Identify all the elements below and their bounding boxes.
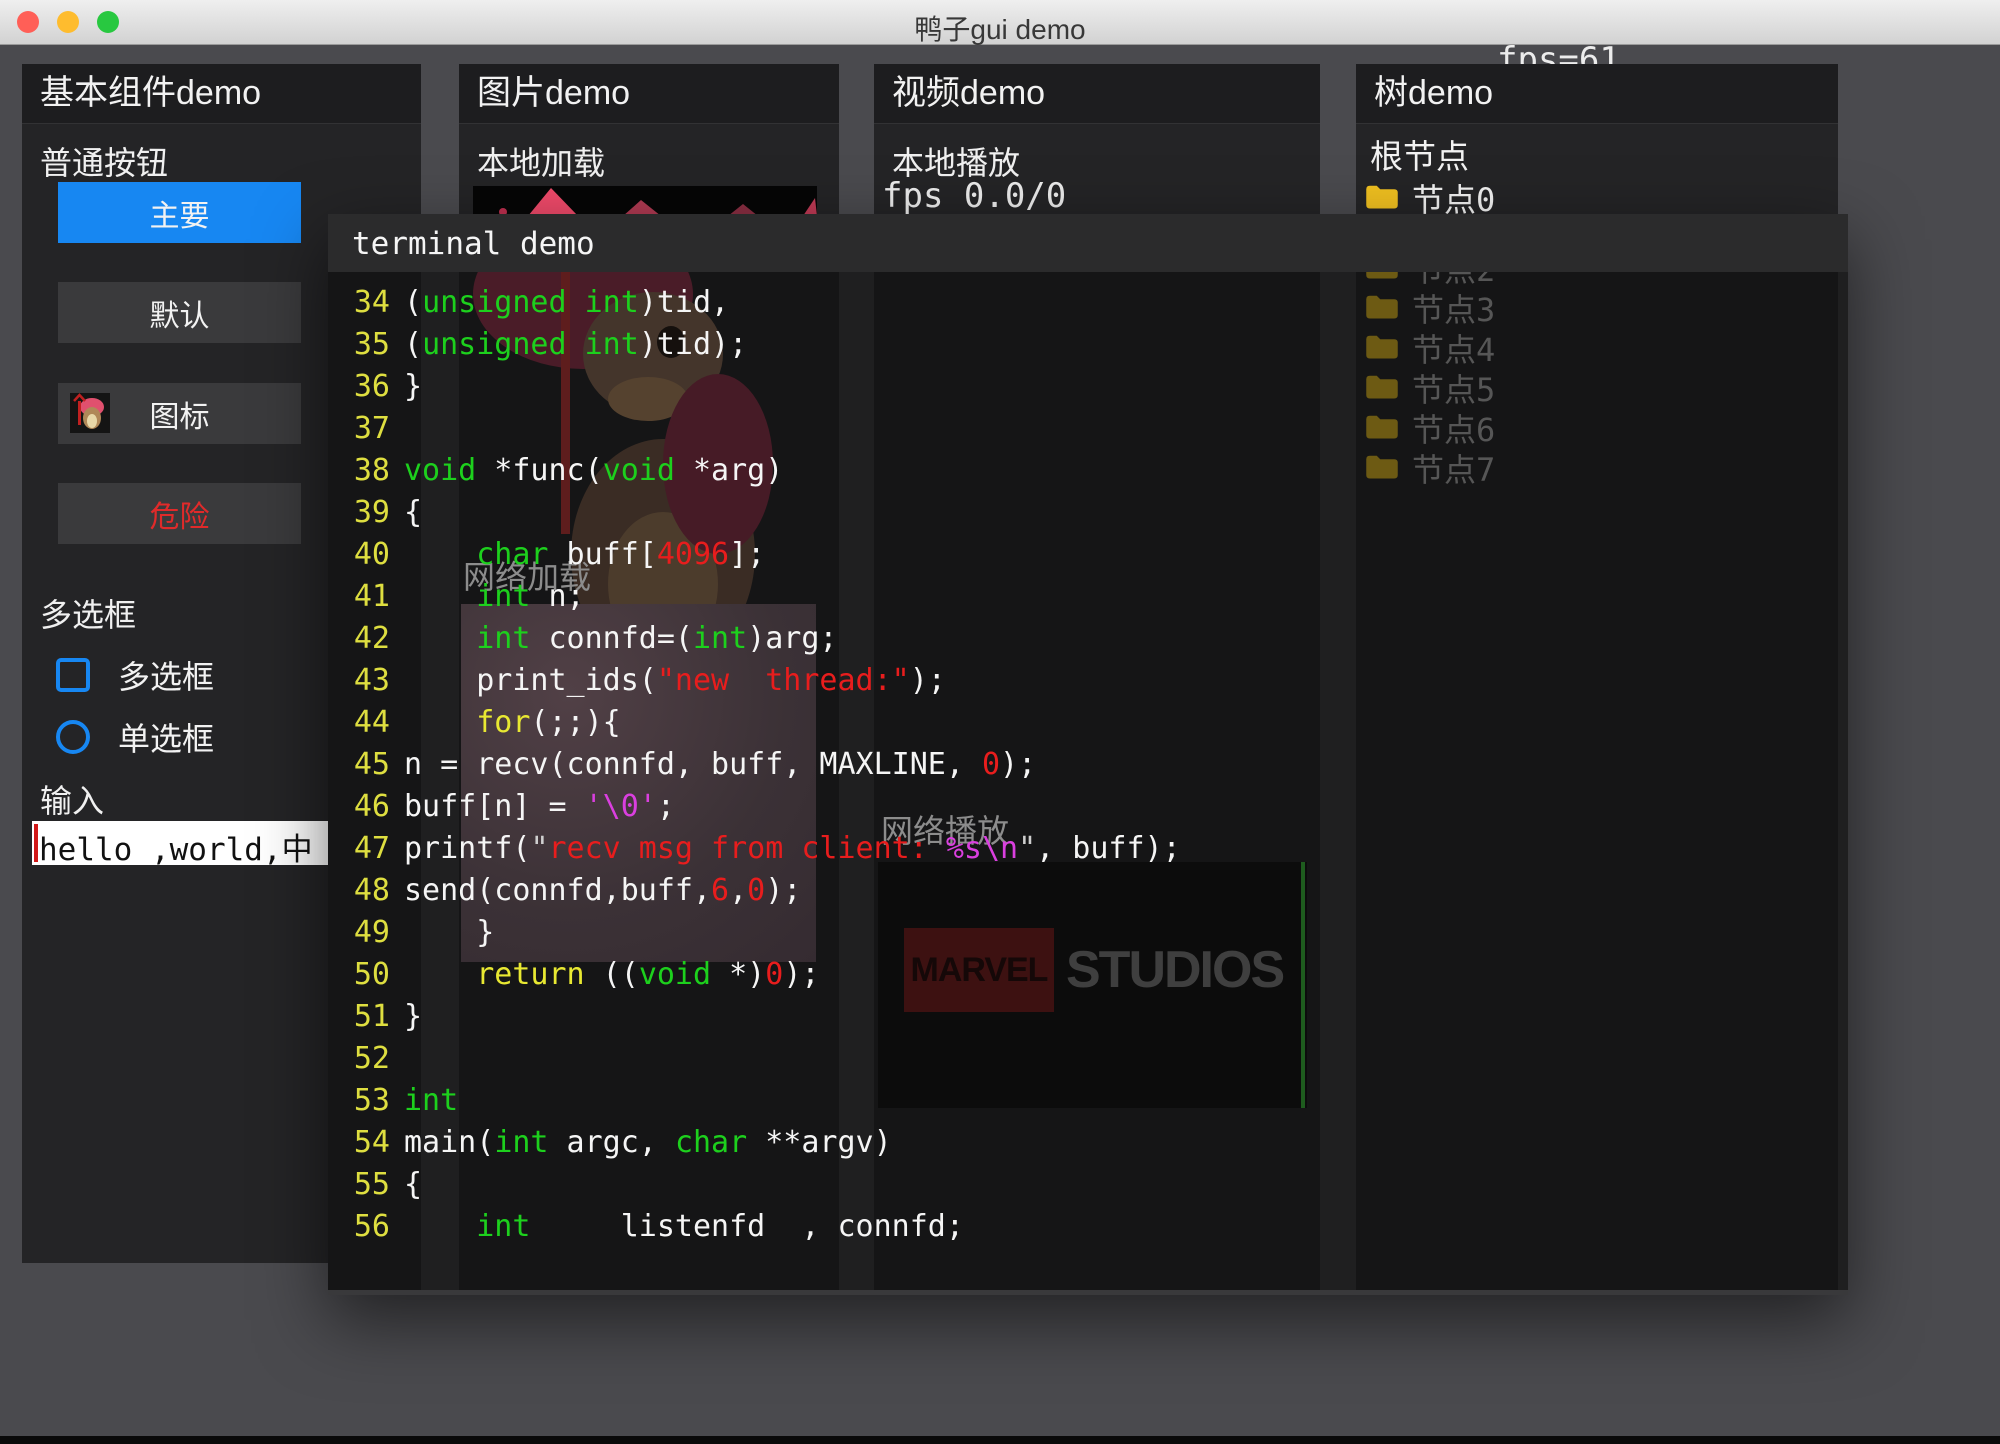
terminal-window[interactable]: 网络加载 网络播放 MARVEL STUDIOS 节点1节点2节点3节点4节点5… [328, 214, 1848, 1295]
section-input-label: 输入 [22, 762, 104, 822]
text-cursor [34, 824, 38, 862]
terminal-bottom-bar [328, 1290, 1848, 1295]
code-line: 44 for(;;){ [328, 702, 1848, 744]
default-button-label: 默认 [150, 291, 210, 335]
terminal-titlebar[interactable]: terminal demo [328, 214, 1848, 272]
line-number: 53 [352, 1080, 390, 1122]
tree-node[interactable]: 节点0 [1356, 178, 1838, 218]
video-fps-text: fps 0.0/0 [882, 176, 1066, 216]
window-bottom-edge [0, 1436, 2000, 1444]
code-line: 52 [328, 1038, 1848, 1080]
code-line: 51} [328, 996, 1848, 1038]
panel-image-title: 图片demo [459, 64, 839, 124]
code-line: 56 int listenfd , connfd; [328, 1206, 1848, 1248]
code-line: 36} [328, 366, 1848, 408]
code-line: 40 char buff[4096]; [328, 534, 1848, 576]
checkbox[interactable] [56, 658, 90, 692]
line-number: 42 [352, 618, 390, 660]
line-number: 44 [352, 702, 390, 744]
checkbox-label: 多选框 [118, 652, 214, 698]
window-titlebar: 鸭子gui demo [0, 0, 2000, 45]
icon-button-label: 图标 [150, 392, 210, 436]
code-line: 34(unsigned int)tid, [328, 282, 1848, 324]
primary-button-label: 主要 [150, 191, 210, 235]
line-number: 48 [352, 870, 390, 912]
code-line: 35(unsigned int)tid); [328, 324, 1848, 366]
window-title: 鸭子gui demo [0, 8, 2000, 48]
tree-root-node[interactable]: 根节点 [1356, 124, 1838, 178]
duck-thumbnail-icon [70, 393, 110, 433]
checkbox-row: 多选框 [56, 652, 214, 698]
line-number: 47 [352, 828, 390, 870]
line-number: 43 [352, 660, 390, 702]
text-input[interactable]: hello ,world,中 [32, 821, 348, 865]
terminal-title: terminal demo [352, 226, 595, 262]
line-number: 46 [352, 786, 390, 828]
code-line: 42 int connfd=(int)arg; [328, 618, 1848, 660]
panel-video-title: 视频demo [874, 64, 1320, 124]
line-number: 37 [352, 408, 390, 450]
line-number: 45 [352, 744, 390, 786]
local-load-label: 本地加载 [459, 124, 839, 184]
app-window: fps=61 鸭子gui demo 基本组件demo 普通按钮 主要 默认 图标 [0, 0, 2000, 1444]
folder-icon [1364, 184, 1400, 212]
code-line: 48send(connfd,buff,6,0); [328, 870, 1848, 912]
line-number: 41 [352, 576, 390, 618]
default-button[interactable]: 默认 [58, 282, 301, 343]
line-number: 49 [352, 912, 390, 954]
icon-button[interactable]: 图标 [58, 383, 301, 444]
panel-tree-title: 树demo [1356, 64, 1838, 124]
primary-button[interactable]: 主要 [58, 182, 301, 243]
radio-row: 单选框 [56, 714, 214, 760]
line-number: 38 [352, 450, 390, 492]
code-line: 47printf("recv msg from client: %s\n", b… [328, 828, 1848, 870]
line-number: 52 [352, 1038, 390, 1080]
radio-button[interactable] [56, 720, 90, 754]
code-line: 53int [328, 1080, 1848, 1122]
code-line: 54main(int argc, char **argv) [328, 1122, 1848, 1164]
panel-basic-title: 基本组件demo [22, 64, 421, 124]
danger-button[interactable]: 危险 [58, 483, 301, 544]
code-line: 49 } [328, 912, 1848, 954]
input-value: hello ,world,中 [39, 824, 313, 865]
line-number: 40 [352, 534, 390, 576]
terminal-code[interactable]: 34(unsigned int)tid,35(unsigned int)tid)… [328, 276, 1848, 1248]
code-line: 45n = recv(connfd, buff, MAXLINE, 0); [328, 744, 1848, 786]
local-play-label: 本地播放 [874, 124, 1320, 184]
line-number: 56 [352, 1206, 390, 1248]
code-line: 46buff[n] = '\0'; [328, 786, 1848, 828]
code-line: 43 print_ids("new thread:"); [328, 660, 1848, 702]
danger-button-label: 危险 [150, 492, 210, 536]
line-number: 39 [352, 492, 390, 534]
line-number: 50 [352, 954, 390, 996]
code-line: 39{ [328, 492, 1848, 534]
code-line: 41 int n; [328, 576, 1848, 618]
code-line: 37 [328, 408, 1848, 450]
line-number: 55 [352, 1164, 390, 1206]
section-checkbox-label: 多选框 [22, 576, 136, 636]
code-line: 38void *func(void *arg) [328, 450, 1848, 492]
line-number: 54 [352, 1122, 390, 1164]
line-number: 51 [352, 996, 390, 1038]
code-line: 55{ [328, 1164, 1848, 1206]
line-number: 35 [352, 324, 390, 366]
code-line: 50 return ((void *)0); [328, 954, 1848, 996]
radio-label: 单选框 [118, 714, 214, 760]
line-number: 36 [352, 366, 390, 408]
line-number: 34 [352, 282, 390, 324]
section-buttons-label: 普通按钮 [22, 124, 421, 184]
